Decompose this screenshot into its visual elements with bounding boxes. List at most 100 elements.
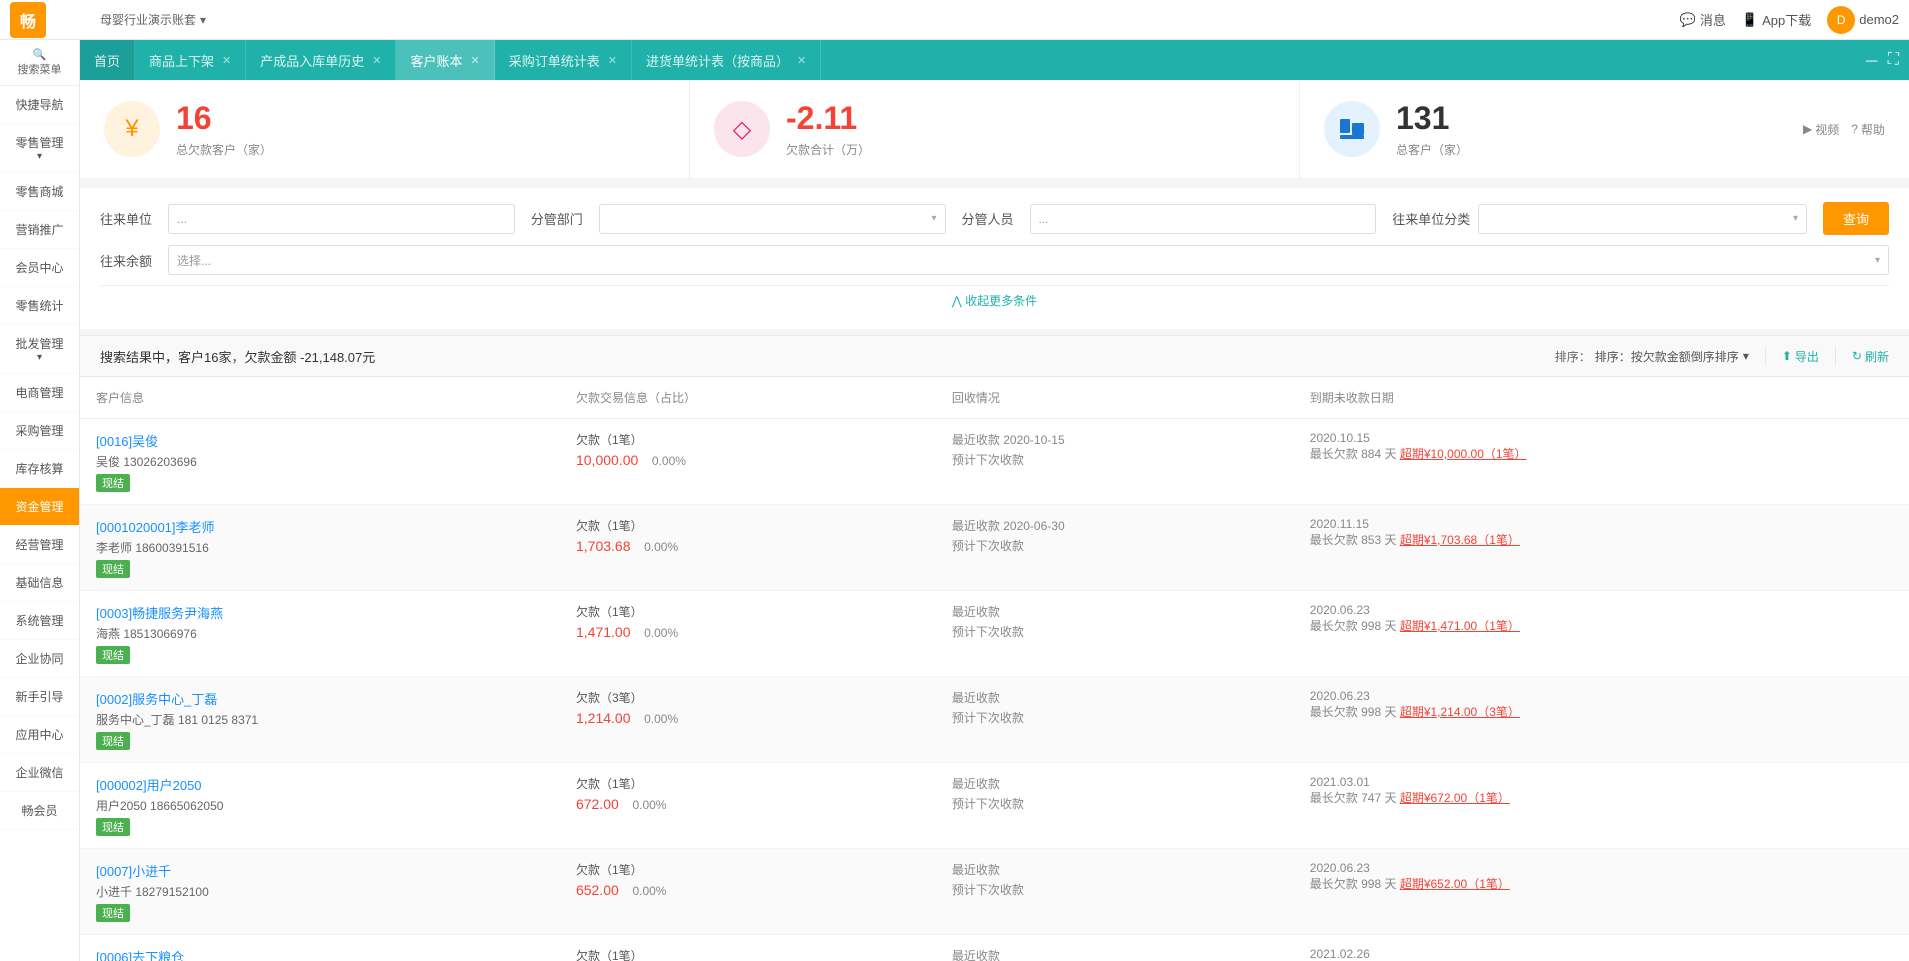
debt-amount[interactable]: 1,471.00 bbox=[576, 624, 631, 640]
sidebar-item-enterprise-wx[interactable]: 企业微信 bbox=[0, 754, 79, 792]
tab-minimize-btn[interactable]: － bbox=[1864, 48, 1880, 72]
debt-amount[interactable]: 652.00 bbox=[576, 882, 619, 898]
sidebar-item-operations[interactable]: 经营管理 bbox=[0, 526, 79, 564]
user-profile[interactable]: D demo2 bbox=[1827, 6, 1899, 34]
tab-products-off[interactable]: 商品上下架 ✕ bbox=[135, 40, 246, 80]
customer-name-link[interactable]: [0003]畅捷服务尹海燕 bbox=[96, 603, 544, 622]
overdue-amount-link[interactable]: 超期¥672.00（1笔） bbox=[1400, 791, 1510, 805]
overdue-amount-link[interactable]: 超期¥652.00（1笔） bbox=[1400, 877, 1510, 891]
sidebar-item-retail-mall[interactable]: 零售商城 bbox=[0, 173, 79, 211]
export-btn[interactable]: ⬆ 导出 bbox=[1782, 348, 1819, 365]
tab-close-purchase-order[interactable]: ✕ bbox=[608, 54, 617, 67]
sidebar-item-batch-mgmt[interactable]: 批发管理 ▾ bbox=[0, 325, 79, 374]
sidebar-item-purchase[interactable]: 采购管理 bbox=[0, 412, 79, 450]
industry-label: 母婴行业演示账套 bbox=[100, 11, 196, 28]
customer-name-link[interactable]: [000002]用户2050 bbox=[96, 775, 544, 794]
chevron-down-dept-icon: ▾ bbox=[931, 213, 936, 224]
video-helper-btn[interactable]: ▶ 视频 bbox=[1803, 121, 1839, 138]
sidebar-item-enterprise-collab[interactable]: 企业协同 bbox=[0, 640, 79, 678]
help-icon: ? bbox=[1851, 122, 1858, 136]
filter-input-unit-category[interactable]: ▾ bbox=[1478, 204, 1807, 234]
filter-label-person: 分管人员 bbox=[962, 209, 1022, 228]
tab-close-import-stats[interactable]: ✕ bbox=[797, 54, 806, 67]
results-info: 搜索结果中，客户16家，欠款金额 -21,148.07元 bbox=[100, 347, 375, 366]
debt-amount[interactable]: 672.00 bbox=[576, 796, 619, 812]
td-due-date: 2021.03.01 最长欠款 747 天 超期¥672.00（1笔） bbox=[1294, 763, 1909, 849]
overdue-amount-link[interactable]: 超期¥10,000.00（1笔） bbox=[1400, 447, 1527, 461]
tab-close-products-off[interactable]: ✕ bbox=[222, 54, 231, 67]
next-payment: 预计下次收款 bbox=[952, 881, 1278, 898]
sidebar-item-basic-info[interactable]: 基础信息 bbox=[0, 564, 79, 602]
filter-row-1: 往来单位 ... 分管部门 ▾ bbox=[100, 202, 1889, 235]
divider bbox=[1765, 346, 1766, 366]
table-header-row: 客户信息 欠款交易信息（占比） 回收情况 到期未收款日期 bbox=[80, 377, 1909, 419]
filter-label-from-unit: 往来单位 bbox=[100, 209, 160, 228]
query-button[interactable]: 查询 bbox=[1823, 202, 1889, 235]
debt-count: 欠款（1笔） bbox=[576, 947, 920, 961]
tab-import-stats[interactable]: 进货单统计表（按商品） ✕ bbox=[632, 40, 821, 80]
debt-percent: 0.00% bbox=[632, 798, 666, 812]
tab-maximize-btn[interactable]: ⛶ bbox=[1888, 51, 1899, 69]
customer-name-link[interactable]: [0006]去下粮仓 bbox=[96, 947, 544, 961]
debt-count: 欠款（1笔） bbox=[576, 517, 920, 534]
sidebar-item-marketing[interactable]: 营销推广 bbox=[0, 211, 79, 249]
overdue-amount-link[interactable]: 超期¥1,471.00（1笔） bbox=[1400, 619, 1520, 633]
stat-card-total-customers: 131 总客户（家） ▶ 视频 ? 帮助 bbox=[1300, 80, 1909, 178]
help-helper-btn[interactable]: ? 帮助 bbox=[1851, 121, 1885, 138]
stat-icon-debt: ◇ bbox=[714, 101, 770, 157]
debt-amount[interactable]: 10,000.00 bbox=[576, 452, 638, 468]
sidebar-item-app-center[interactable]: 应用中心 bbox=[0, 716, 79, 754]
sort-dropdown[interactable]: 排序：按欠款金额倒序排序 ▾ bbox=[1595, 348, 1749, 365]
sidebar-item-system[interactable]: 系统管理 bbox=[0, 602, 79, 640]
sidebar-item-retail-stats[interactable]: 零售统计 bbox=[0, 287, 79, 325]
overdue-days: 最长欠款 998 天 超期¥1,214.00（3笔） bbox=[1310, 703, 1893, 720]
tab-close-product-history[interactable]: ✕ bbox=[372, 54, 381, 67]
th-debt-info: 欠款交易信息（占比） bbox=[560, 377, 936, 419]
filter-input-from-unit[interactable]: ... bbox=[168, 204, 515, 234]
filter-input-person[interactable]: ... bbox=[1030, 204, 1377, 234]
chevron-down-icon: ▾ bbox=[200, 13, 206, 27]
tab-import-stats-label: 进货单统计表（按商品） bbox=[646, 51, 789, 70]
stats-row: ¥ 16 总欠款客户（家） ◇ -2.11 欠款合计（万） bbox=[80, 80, 1909, 178]
content-area: ¥ 16 总欠款客户（家） ◇ -2.11 欠款合计（万） bbox=[80, 80, 1909, 961]
customer-name-link[interactable]: [0016]吴俊 bbox=[96, 431, 544, 450]
tab-close-customer-account[interactable]: ✕ bbox=[471, 54, 480, 67]
sidebar-item-inventory[interactable]: 库存核算 bbox=[0, 450, 79, 488]
table-row: [0006]去下粮仓 陈小希 现结 欠款（1笔） 455.90 0.00% 最近… bbox=[80, 935, 1909, 961]
app-download-btn[interactable]: 📱 App下载 bbox=[1742, 10, 1811, 29]
filter-input-dept[interactable]: ▾ bbox=[599, 204, 946, 234]
filter-balance: 往来余额 选择... ▾ bbox=[100, 245, 1889, 275]
sidebar-item-search[interactable]: 🔍 搜索菜单 bbox=[0, 40, 79, 86]
td-payback: 最近收款 预计下次收款 bbox=[936, 763, 1294, 849]
overdue-days: 最长欠款 747 天 超期¥672.00（1笔） bbox=[1310, 789, 1893, 806]
customer-name-link[interactable]: [0002]服务中心_丁磊 bbox=[96, 689, 544, 708]
sidebar-item-newbie[interactable]: 新手引导 bbox=[0, 678, 79, 716]
stat-card-debtors: ¥ 16 总欠款客户（家） bbox=[80, 80, 690, 178]
td-payback: 最近收款 预计下次收款 bbox=[936, 935, 1294, 961]
debt-amount[interactable]: 1,214.00 bbox=[576, 710, 631, 726]
refresh-btn[interactable]: ↻ 刷新 bbox=[1852, 348, 1889, 365]
overdue-amount-link[interactable]: 超期¥1,703.68（1笔） bbox=[1400, 533, 1520, 547]
tab-product-history[interactable]: 产成品入库单历史 ✕ bbox=[246, 40, 396, 80]
customer-phone: 海燕 18513066976 bbox=[96, 625, 544, 642]
sidebar-item-ecommerce[interactable]: 电商管理 bbox=[0, 374, 79, 412]
sidebar-item-retail-mgmt[interactable]: 零售管理 ▾ bbox=[0, 124, 79, 173]
tab-purchase-order[interactable]: 采购订单统计表 ✕ bbox=[495, 40, 632, 80]
tab-home-label: 首页 bbox=[94, 51, 120, 70]
chevron-down-sort-icon: ▾ bbox=[1743, 349, 1749, 363]
sidebar-item-vip-member[interactable]: 畅会员 bbox=[0, 792, 79, 830]
collapse-more-btn[interactable]: ⋀ 收起更多条件 bbox=[100, 285, 1889, 315]
debt-amount[interactable]: 1,703.68 bbox=[576, 538, 631, 554]
next-payment: 预计下次收款 bbox=[952, 537, 1278, 554]
filter-select-balance[interactable]: 选择... ▾ bbox=[168, 245, 1889, 275]
sidebar-item-member[interactable]: 会员中心 bbox=[0, 249, 79, 287]
sidebar-item-finance[interactable]: 资金管理 bbox=[0, 488, 79, 526]
customer-name-link[interactable]: [0001020001]李老师 bbox=[96, 517, 544, 536]
tab-home[interactable]: 首页 bbox=[80, 40, 135, 80]
overdue-amount-link[interactable]: 超期¥1,214.00（3笔） bbox=[1400, 705, 1520, 719]
industry-selector[interactable]: 母婴行业演示账套 ▾ bbox=[100, 11, 206, 28]
tab-customer-account[interactable]: 客户账本 ✕ bbox=[396, 40, 494, 80]
sidebar-item-quick-nav[interactable]: 快捷导航 bbox=[0, 86, 79, 124]
message-btn[interactable]: 💬 消息 bbox=[1680, 10, 1726, 29]
customer-name-link[interactable]: [0007]小进千 bbox=[96, 861, 544, 880]
